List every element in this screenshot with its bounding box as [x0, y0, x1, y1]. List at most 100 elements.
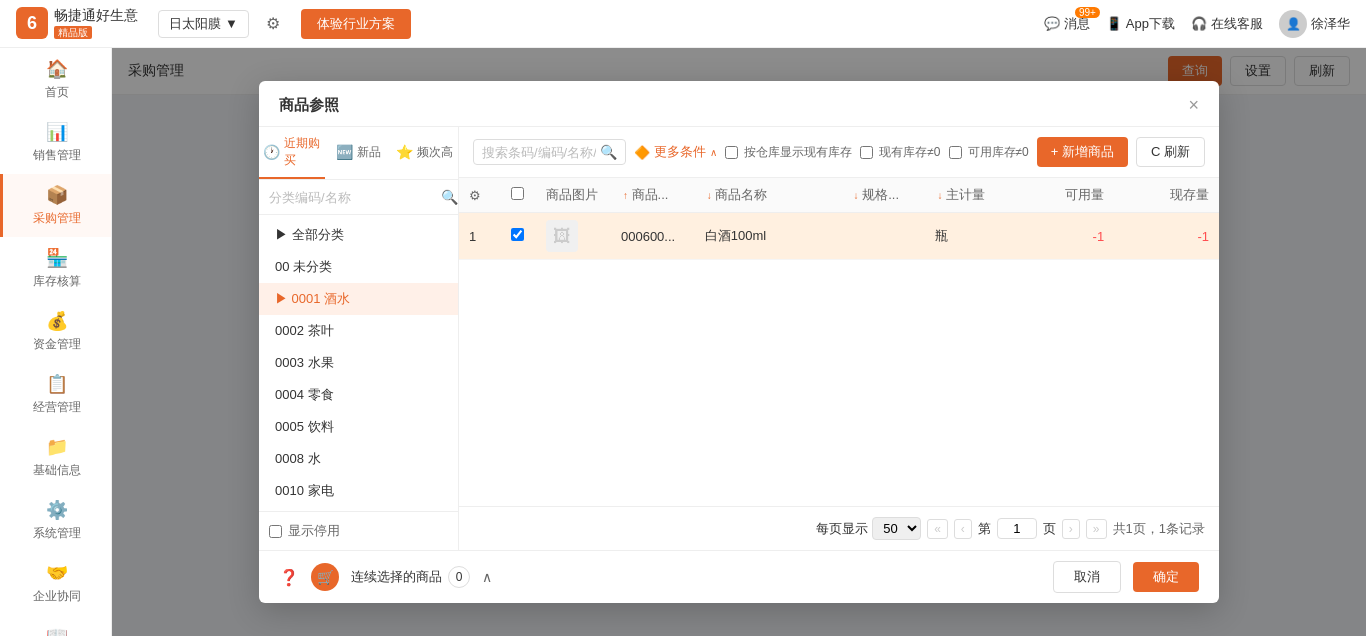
- modal-overlay: 商品参照 × 🕐 近期购买 🆕: [112, 48, 1366, 636]
- logo-icon: 6: [16, 7, 48, 39]
- warehouse-label: 日太阳膜: [169, 15, 221, 33]
- category-list: ▶ 全部分类 00 未分类 ▶ 0001 酒水 0002 茶叶: [259, 215, 458, 511]
- sidebar-label-finance: 资金管理: [33, 336, 81, 353]
- page-size-select: 每页显示 50: [816, 517, 921, 540]
- check-group-1: 按仓库显示现有库存: [725, 144, 852, 161]
- system-icon: ⚙️: [46, 499, 68, 521]
- cat-item-0010[interactable]: 0010 家电: [259, 475, 458, 507]
- service-item[interactable]: 🎧 在线客服: [1191, 15, 1263, 33]
- check-by-warehouse[interactable]: [725, 146, 738, 159]
- chevron-down-icon: ▼: [225, 16, 238, 31]
- prev-page-button[interactable]: ‹: [954, 519, 972, 539]
- cat-item-0004[interactable]: 0004 零食: [259, 379, 458, 411]
- show-disabled-label: 显示停用: [288, 522, 340, 540]
- sidebar-item-system[interactable]: ⚙️ 系统管理: [0, 489, 111, 552]
- row-name: 白酒100ml: [695, 213, 842, 260]
- inventory-icon: 🏪: [46, 247, 68, 269]
- brand-badge: 精品版: [54, 26, 92, 39]
- cancel-button[interactable]: 取消: [1053, 561, 1121, 593]
- app-download-item[interactable]: 📱 App下载: [1106, 15, 1175, 33]
- filter-icon: 🔶: [634, 145, 650, 160]
- show-disabled-checkbox[interactable]: [269, 525, 282, 538]
- sidebar-item-basic[interactable]: 📁 基础信息: [0, 426, 111, 489]
- row-checkbox[interactable]: [511, 228, 524, 241]
- cat-item-0003[interactable]: 0003 水果: [259, 347, 458, 379]
- sidebar-item-collab[interactable]: 🤝 企业协同: [0, 552, 111, 615]
- cat-item-all[interactable]: ▶ 全部分类: [259, 219, 458, 251]
- sidebar-item-home[interactable]: 🏠 首页: [0, 48, 111, 111]
- cat-item-0001[interactable]: ▶ 0001 酒水: [259, 283, 458, 315]
- check-stock-nonzero-label: 现有库存≠0: [879, 144, 940, 161]
- th-unit: ↓ 主计量: [925, 178, 1009, 213]
- warehouse-select[interactable]: 日太阳膜 ▼: [158, 10, 249, 38]
- help-icon[interactable]: ❓: [279, 568, 299, 587]
- product-modal: 商品参照 × 🕐 近期购买 🆕: [259, 81, 1219, 603]
- app-label: App下载: [1126, 15, 1175, 33]
- page-unit: 页: [1043, 520, 1056, 538]
- modal-body: 🕐 近期购买 🆕 新品 ⭐ 频次高: [259, 127, 1219, 550]
- trial-button[interactable]: 体验行业方案: [301, 9, 411, 39]
- cart-icon[interactable]: 🛒: [311, 563, 339, 591]
- confirm-button[interactable]: 确定: [1133, 562, 1199, 592]
- check-avail-nonzero[interactable]: [949, 146, 962, 159]
- cat-item-all-label: ▶ 全部分类: [275, 226, 344, 244]
- next-page-button[interactable]: ›: [1062, 519, 1080, 539]
- check-by-warehouse-label: 按仓库显示现有库存: [744, 144, 852, 161]
- refresh-button[interactable]: C 刷新: [1136, 137, 1205, 167]
- toolbar-right: + 新增商品 C 刷新: [1037, 137, 1205, 167]
- check-stock-nonzero[interactable]: [860, 146, 873, 159]
- th-stock: 现存量: [1114, 178, 1219, 213]
- add-product-button[interactable]: + 新增商品: [1037, 137, 1128, 167]
- page-label: 第: [978, 520, 991, 538]
- sidebar-item-purchase[interactable]: 📦 采购管理: [0, 174, 111, 237]
- brand-name: 畅捷通好生意: [54, 7, 138, 24]
- product-panel: 🔍 🔶 更多条件 ∧ 按仓库显示现有库存: [459, 127, 1219, 550]
- cat-tab-frequent[interactable]: ⭐ 频次高: [392, 127, 458, 179]
- sidebar-item-guide[interactable]: 📖 新手引导: [0, 615, 111, 636]
- select-all-checkbox[interactable]: [511, 187, 524, 200]
- row-avail: -1: [1009, 213, 1114, 260]
- table-row[interactable]: 1 🖼 000600... 白酒100ml 瓶: [459, 213, 1219, 260]
- modal-close-button[interactable]: ×: [1188, 95, 1199, 116]
- last-page-button[interactable]: »: [1086, 519, 1107, 539]
- home-icon: 🏠: [46, 58, 68, 80]
- new-icon: 🆕: [336, 144, 353, 160]
- th-unit-label: 主计量: [946, 187, 985, 202]
- page-input[interactable]: [997, 518, 1037, 539]
- row-check: [501, 213, 536, 260]
- cat-item-0008[interactable]: 0008 水: [259, 443, 458, 475]
- product-search-icon[interactable]: 🔍: [600, 144, 617, 160]
- sidebar-label-purchase: 采购管理: [33, 210, 81, 227]
- category-search: 🔍 《: [259, 180, 458, 215]
- filter-button[interactable]: 🔶 更多条件 ∧: [634, 143, 717, 161]
- user-item[interactable]: 👤 徐泽华: [1279, 10, 1350, 38]
- cat-item-0005[interactable]: 0005 饮料: [259, 411, 458, 443]
- sidebar-label-system: 系统管理: [33, 525, 81, 542]
- sidebar-item-sales[interactable]: 📊 销售管理: [0, 111, 111, 174]
- sidebar-item-operations[interactable]: 📋 经营管理: [0, 363, 111, 426]
- content-area: 采购管理 查询 设置 刷新 商品参照 ×: [112, 48, 1366, 636]
- cat-item-0002[interactable]: 0002 茶叶: [259, 315, 458, 347]
- row-stock: -1: [1114, 213, 1219, 260]
- operations-icon: 📋: [46, 373, 68, 395]
- footer-collapse-icon[interactable]: ∧: [482, 569, 492, 585]
- cat-item-0010-label: 0010 家电: [275, 482, 334, 500]
- cat-tab-new-label: 新品: [357, 144, 381, 161]
- category-panel: 🕐 近期购买 🆕 新品 ⭐ 频次高: [259, 127, 459, 550]
- page-size-dropdown[interactable]: 50: [872, 517, 921, 540]
- cat-tab-new[interactable]: 🆕 新品: [325, 127, 391, 179]
- product-search-input[interactable]: [482, 145, 596, 160]
- sidebar-item-finance[interactable]: 💰 资金管理: [0, 300, 111, 363]
- cat-tab-recent[interactable]: 🕐 近期购买: [259, 127, 325, 179]
- purchase-icon: 📦: [46, 184, 68, 206]
- page-total-info: 共1页，1条记录: [1113, 520, 1205, 538]
- category-search-input[interactable]: [269, 190, 437, 205]
- cat-item-uncategorized[interactable]: 00 未分类: [259, 251, 458, 283]
- gear-icon[interactable]: ⚙: [257, 8, 289, 40]
- first-page-button[interactable]: «: [927, 519, 948, 539]
- th-settings: ⚙: [459, 178, 501, 213]
- sidebar-item-inventory[interactable]: 🏪 库存核算: [0, 237, 111, 300]
- sort-down-icon: ↓: [707, 190, 712, 201]
- cat-item-0005-label: 0005 饮料: [275, 418, 334, 436]
- message-item[interactable]: 💬 消息 99+: [1044, 15, 1090, 33]
